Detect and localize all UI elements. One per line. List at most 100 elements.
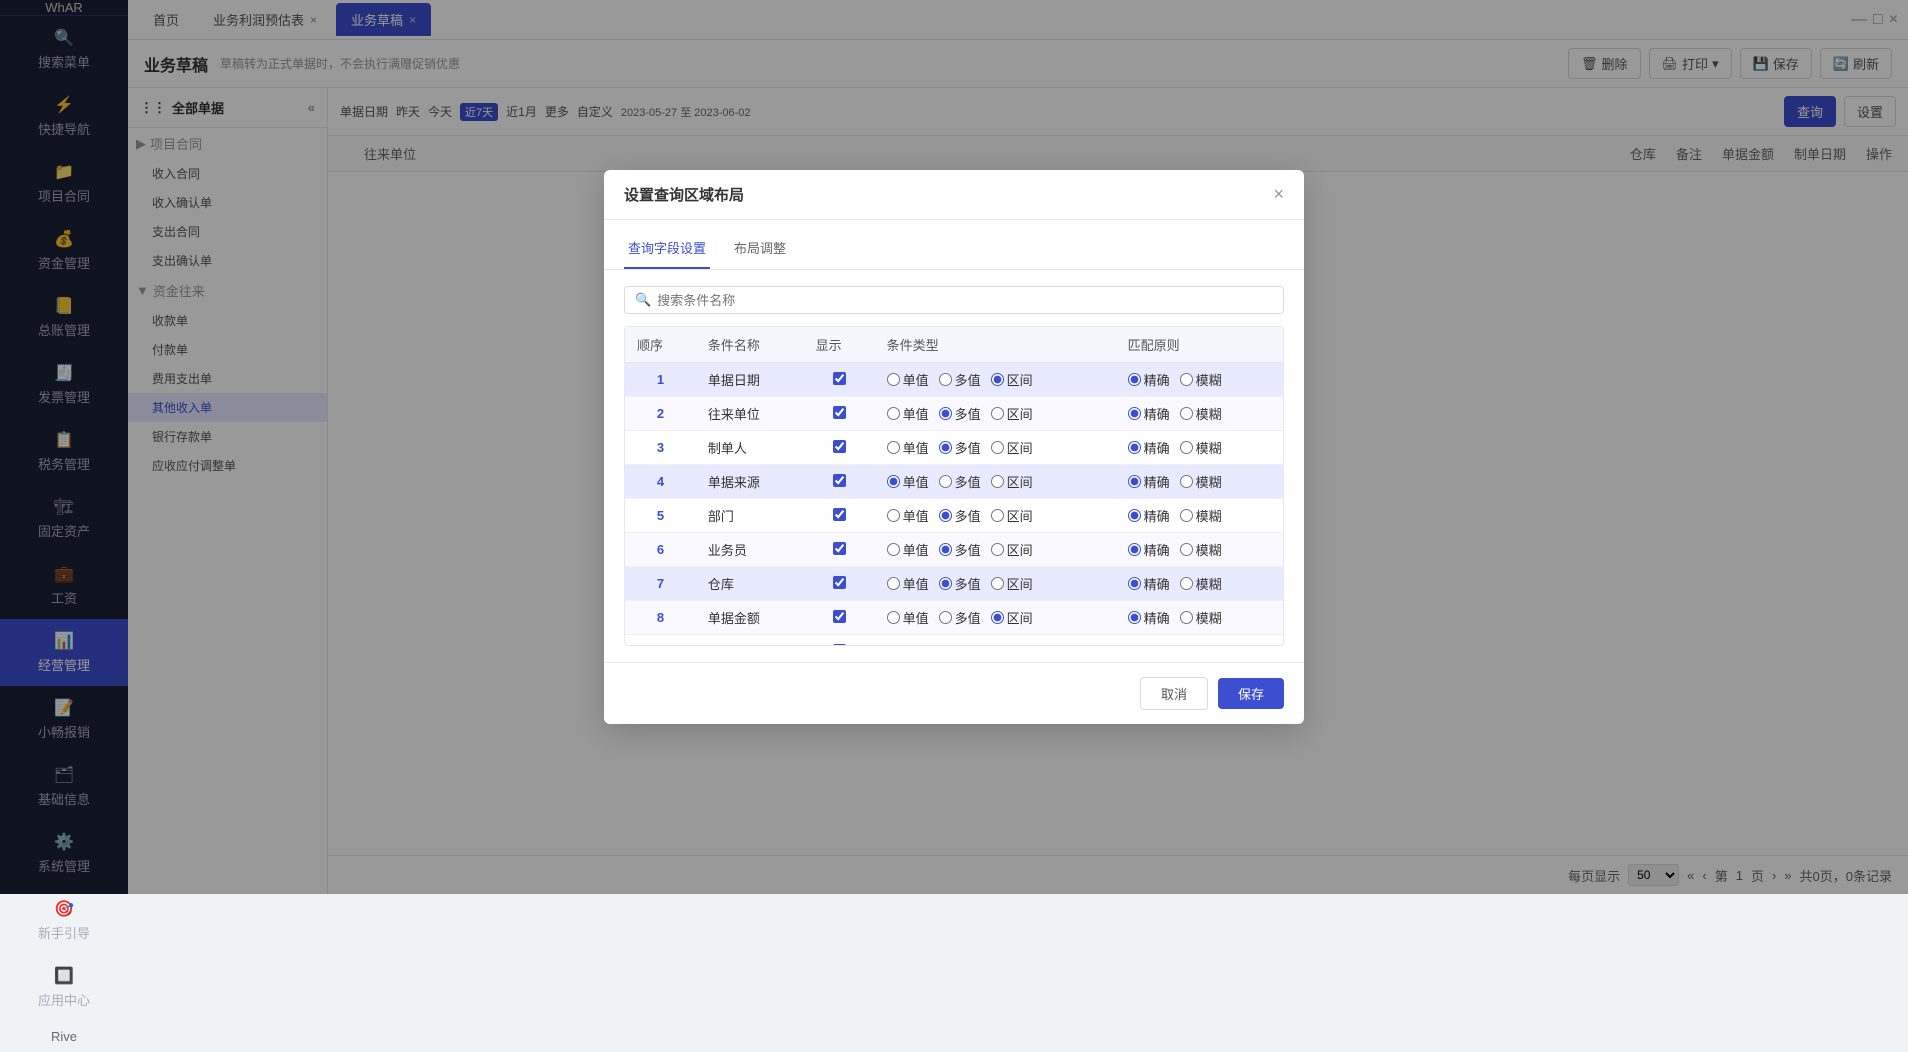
radio-single[interactable]: 单值 [887, 404, 929, 423]
radio-single[interactable]: 单值 [887, 472, 929, 491]
radio-fuzzy[interactable]: 模糊 [1180, 574, 1222, 593]
sidebar-label-guide: 新手引导 [38, 923, 90, 942]
cell-seq: 4 [625, 465, 696, 499]
apps-icon: 🔲 [54, 966, 74, 986]
cell-name: 业务员 [696, 533, 804, 567]
cancel-button[interactable]: 取消 [1140, 677, 1208, 710]
radio-single[interactable]: 单值 [887, 438, 929, 457]
show-checkbox[interactable] [833, 406, 846, 419]
radio-range[interactable]: 区间 [991, 438, 1033, 457]
guide-icon: 🎯 [54, 899, 74, 919]
cell-show[interactable] [804, 431, 875, 465]
show-checkbox[interactable] [833, 372, 846, 385]
cell-seq: 2 [625, 397, 696, 431]
radio-multi[interactable]: 多值 [939, 540, 981, 559]
search-icon: 🔍 [635, 292, 651, 308]
cell-seq: 1 [625, 363, 696, 397]
radio-single[interactable]: 单值 [887, 506, 929, 525]
radio-range[interactable]: 区间 [991, 574, 1033, 593]
radio-fuzzy[interactable]: 模糊 [1180, 472, 1222, 491]
cell-show[interactable] [804, 601, 875, 635]
show-checkbox[interactable] [833, 440, 846, 453]
radio-range[interactable]: 区间 [991, 540, 1033, 559]
show-checkbox[interactable] [833, 576, 846, 589]
modal-close-button[interactable]: × [1273, 184, 1284, 205]
radio-multi[interactable]: 多值 [939, 642, 981, 646]
radio-precise[interactable]: 精确 [1128, 506, 1170, 525]
radio-precise[interactable]: 精确 [1128, 540, 1170, 559]
radio-range[interactable]: 区间 [991, 608, 1033, 627]
radio-single[interactable]: 单值 [887, 642, 929, 646]
radio-single[interactable]: 单值 [887, 608, 929, 627]
cell-name: 制单人 [696, 431, 804, 465]
radio-multi[interactable]: 多值 [939, 472, 981, 491]
radio-range[interactable]: 区间 [991, 370, 1033, 389]
modal-tab-layout-label: 布局调整 [734, 241, 786, 256]
radio-precise[interactable]: 精确 [1128, 642, 1170, 646]
radio-multi[interactable]: 多值 [939, 404, 981, 423]
sidebar-item-guide[interactable]: 🎯 新手引导 [0, 887, 128, 954]
modal-tab-layout[interactable]: 布局调整 [730, 232, 790, 269]
cell-show[interactable] [804, 635, 875, 647]
radio-single[interactable]: 单值 [887, 574, 929, 593]
radio-precise[interactable]: 精确 [1128, 574, 1170, 593]
radio-fuzzy[interactable]: 模糊 [1180, 608, 1222, 627]
radio-range[interactable]: 区间 [991, 506, 1033, 525]
cell-show[interactable] [804, 499, 875, 533]
show-checkbox[interactable] [833, 474, 846, 487]
show-checkbox[interactable] [833, 542, 846, 555]
sidebar-item-apps[interactable]: 🔲 应用中心 [0, 954, 128, 1021]
cell-condition-type: 单值 多值 区间 [875, 431, 1116, 465]
radio-multi[interactable]: 多值 [939, 438, 981, 457]
cell-show[interactable] [804, 363, 875, 397]
cell-condition-type: 单值 多值 区间 [875, 635, 1116, 647]
cell-match-rule: 精确 模糊 [1116, 499, 1283, 533]
modal-search-input[interactable] [657, 293, 1273, 308]
cell-show[interactable] [804, 465, 875, 499]
cell-seq: 7 [625, 567, 696, 601]
cell-show[interactable] [804, 533, 875, 567]
radio-fuzzy[interactable]: 模糊 [1180, 438, 1222, 457]
radio-precise[interactable]: 精确 [1128, 608, 1170, 627]
modal-table-container[interactable]: 顺序 条件名称 显示 条件类型 匹配原则 1 单据日期 [624, 326, 1284, 646]
radio-precise[interactable]: 精确 [1128, 472, 1170, 491]
radio-single[interactable]: 单值 [887, 370, 929, 389]
modal-title: 设置查询区域布局 [624, 184, 744, 205]
radio-range[interactable]: 区间 [991, 404, 1033, 423]
radio-fuzzy[interactable]: 模糊 [1180, 404, 1222, 423]
show-checkbox[interactable] [833, 610, 846, 623]
radio-multi[interactable]: 多值 [939, 608, 981, 627]
radio-fuzzy[interactable]: 模糊 [1180, 642, 1222, 646]
th-name: 条件名称 [696, 327, 804, 363]
radio-multi[interactable]: 多值 [939, 506, 981, 525]
radio-fuzzy[interactable]: 模糊 [1180, 540, 1222, 559]
radio-range[interactable]: 区间 [991, 472, 1033, 491]
show-checkbox[interactable] [833, 508, 846, 521]
th-match-rule: 匹配原则 [1116, 327, 1283, 363]
radio-fuzzy[interactable]: 模糊 [1180, 370, 1222, 389]
radio-precise[interactable]: 精确 [1128, 438, 1170, 457]
cell-match-rule: 精确 模糊 [1116, 567, 1283, 601]
radio-multi[interactable]: 多值 [939, 574, 981, 593]
modal-body: 🔍 顺序 条件名称 显示 条件类型 匹配原则 [604, 270, 1304, 662]
radio-precise[interactable]: 精确 [1128, 370, 1170, 389]
radio-range[interactable]: 区间 [991, 642, 1033, 646]
modal-tab-query-fields[interactable]: 查询字段设置 [624, 232, 710, 269]
radio-multi[interactable]: 多值 [939, 370, 981, 389]
radio-precise[interactable]: 精确 [1128, 404, 1170, 423]
brand-text: Rive [51, 1029, 77, 1044]
modal-save-button[interactable]: 保存 [1218, 678, 1284, 709]
cell-name: 单据来源 [696, 465, 804, 499]
cell-show[interactable] [804, 397, 875, 431]
cell-name: 部门 [696, 499, 804, 533]
show-checkbox[interactable] [833, 644, 846, 647]
radio-single[interactable]: 单值 [887, 540, 929, 559]
cell-seq: 6 [625, 533, 696, 567]
table-row: 7 仓库 单值 多值 区间 [625, 567, 1283, 601]
th-condition-type: 条件类型 [875, 327, 1116, 363]
cell-show[interactable] [804, 567, 875, 601]
cell-match-rule: 精确 模糊 [1116, 601, 1283, 635]
cell-condition-type: 单值 多值 区间 [875, 533, 1116, 567]
modal-tab-query-fields-label: 查询字段设置 [628, 241, 706, 256]
radio-fuzzy[interactable]: 模糊 [1180, 506, 1222, 525]
